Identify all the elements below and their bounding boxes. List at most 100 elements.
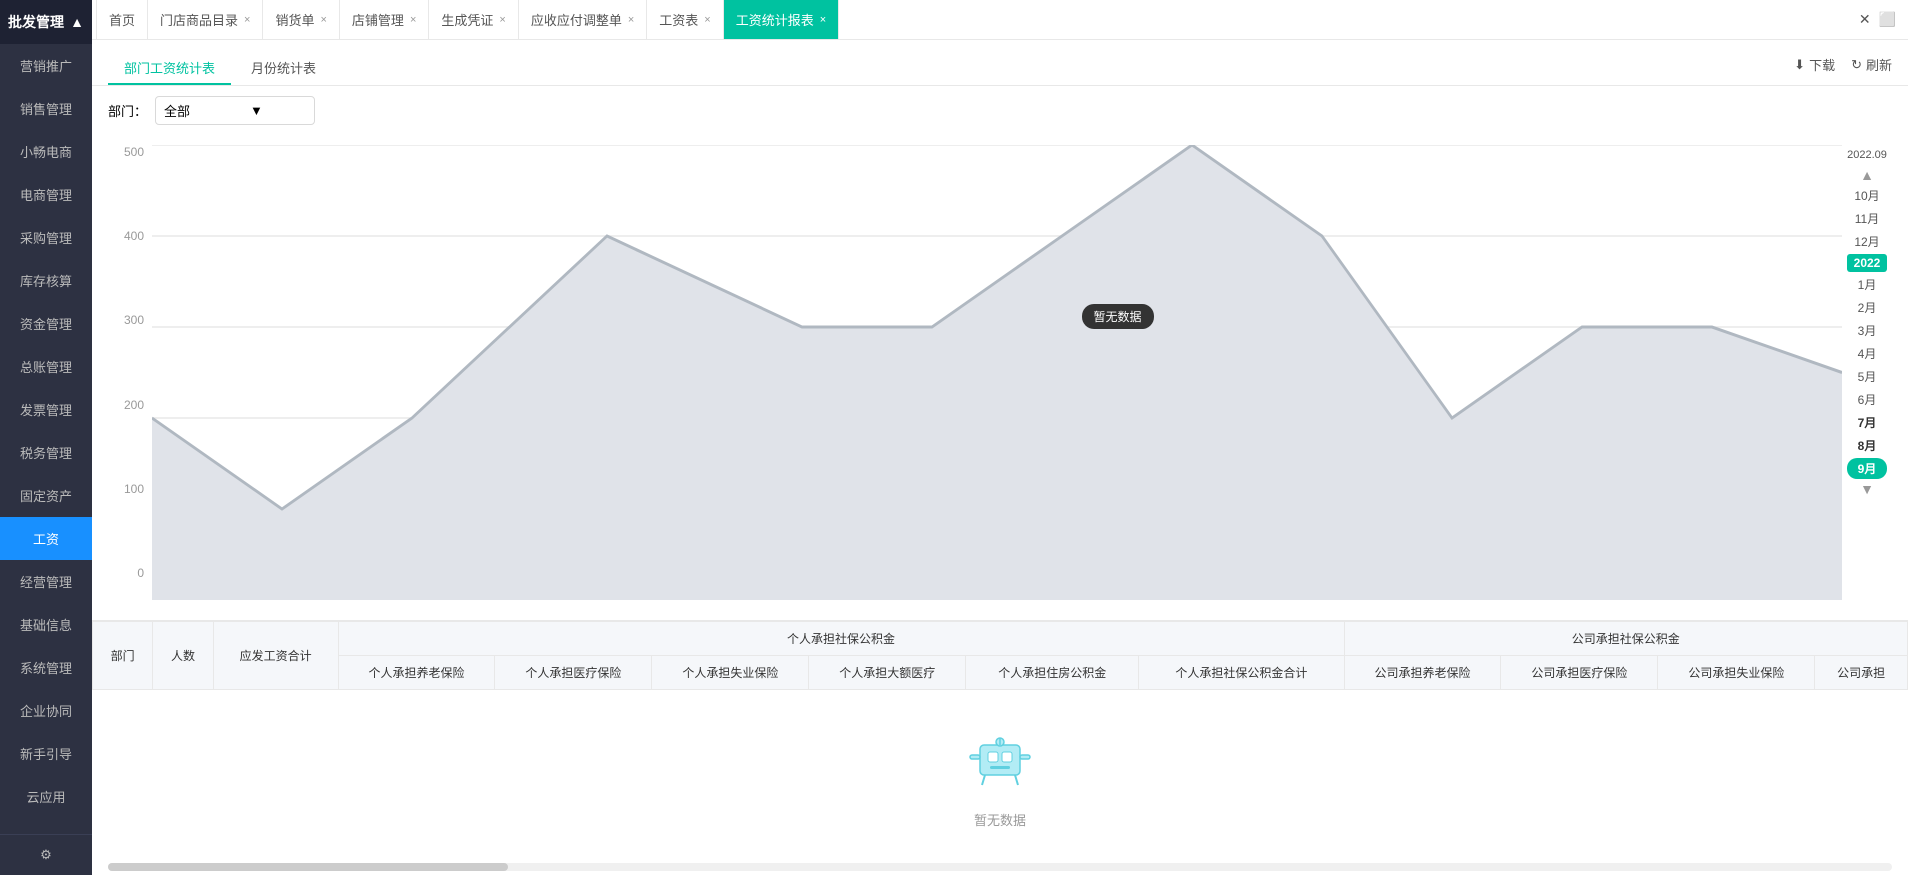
timeline-arrow-up[interactable]: ▲: [1860, 167, 1874, 183]
y-label-200: 200: [108, 398, 144, 412]
sidebar-title: 批发管理: [8, 12, 64, 32]
timeline-month-11[interactable]: 11月: [1847, 208, 1887, 229]
col-company-insurance-header: 公司承担社保公积金: [1344, 622, 1908, 656]
tab-store-catalog[interactable]: 门店商品目录 ×: [148, 0, 263, 39]
tab-sales-order-label: 销货单: [275, 10, 314, 29]
tab-actions: ✕ ⬜: [1859, 11, 1904, 28]
col-total-salary: 应发工资合计: [213, 622, 338, 690]
chevron-down-icon: ▼: [250, 103, 263, 118]
tab-store-catalog-label: 门店商品目录: [160, 10, 238, 29]
no-data-text: 暂无数据: [974, 810, 1026, 829]
main-area: 首页 门店商品目录 × 销货单 × 店铺管理 × 生成凭证 × 应收应付调整单 …: [92, 0, 1908, 875]
tab-home-label: 首页: [109, 10, 135, 29]
line-chart: [152, 145, 1842, 600]
download-icon: ⬇: [1794, 57, 1805, 73]
sidebar-item-guide[interactable]: 新手引导: [0, 732, 92, 775]
refresh-button[interactable]: ↻ 刷新: [1851, 55, 1892, 74]
sidebar-item-invoice[interactable]: 发票管理: [0, 388, 92, 431]
col-company-medical: 公司承担医疗保险: [1501, 656, 1658, 690]
sidebar-item-tax[interactable]: 税务管理: [0, 431, 92, 474]
close-all-icon[interactable]: ✕: [1859, 11, 1871, 28]
refresh-icon: ↻: [1851, 57, 1862, 73]
timeline-month-3[interactable]: 3月: [1847, 320, 1887, 341]
timeline-month-4[interactable]: 4月: [1847, 343, 1887, 364]
data-table-container: 部门 人数 应发工资合计 个人承担社保公积金 公司承担社保公积金 个人承担养老保…: [92, 620, 1908, 859]
tab-ar-ap-close[interactable]: ×: [628, 14, 634, 26]
y-label-300: 300: [108, 313, 144, 327]
tab-home[interactable]: 首页: [96, 0, 148, 39]
tab-store-mgmt-label: 店铺管理: [352, 10, 404, 29]
sidebar-item-ledger[interactable]: 总账管理: [0, 345, 92, 388]
data-table: 部门 人数 应发工资合计 个人承担社保公积金 公司承担社保公积金 个人承担养老保…: [92, 621, 1908, 859]
sidebar-item-marketing[interactable]: 营销推广: [0, 44, 92, 87]
col-personal-unemployment: 个人承担失业保险: [652, 656, 809, 690]
timeline-arrow-down[interactable]: ▼: [1860, 481, 1874, 497]
sidebar-header[interactable]: 批发管理 ▲: [0, 0, 92, 44]
sidebar-item-cloud[interactable]: 云应用: [0, 775, 92, 818]
timeline-month-2[interactable]: 2月: [1847, 297, 1887, 318]
col-company-more: 公司承担: [1815, 656, 1908, 690]
restore-icon[interactable]: ⬜: [1879, 11, 1896, 28]
sidebar-item-assets[interactable]: 固定资产: [0, 474, 92, 517]
y-label-500: 500: [108, 145, 144, 159]
sidebar-item-basic[interactable]: 基础信息: [0, 603, 92, 646]
timeline-sidebar: 2022.09 ▲ 10月 11月 12月 2022 1月 2月 3月 4月 5…: [1842, 145, 1892, 610]
sidebar-settings[interactable]: ⚙: [0, 834, 92, 875]
tab-sales-order-close[interactable]: ×: [320, 14, 326, 26]
horizontal-scrollbar[interactable]: [108, 863, 1892, 871]
tab-payroll-label: 工资表: [659, 10, 698, 29]
sidebar-item-enterprise[interactable]: 企业协同: [0, 689, 92, 732]
tab-payroll-report[interactable]: 工资统计报表 ×: [724, 0, 839, 39]
col-personal-major-medical: 个人承担大额医疗: [809, 656, 966, 690]
timeline-month-7[interactable]: 7月: [1847, 412, 1887, 433]
tab-store-mgmt[interactable]: 店铺管理 ×: [340, 0, 429, 39]
scrollbar-thumb[interactable]: [108, 863, 508, 871]
tab-payroll-close[interactable]: ×: [704, 14, 710, 26]
sidebar-item-system[interactable]: 系统管理: [0, 646, 92, 689]
dept-filter-label: 部门：: [108, 101, 147, 120]
timeline-year-2022[interactable]: 2022: [1847, 254, 1887, 272]
tab-production-cert-close[interactable]: ×: [499, 14, 505, 26]
sidebar-item-sales[interactable]: 销售管理: [0, 87, 92, 130]
sidebar-item-inventory[interactable]: 库存核算: [0, 259, 92, 302]
timeline-month-8[interactable]: 8月: [1847, 435, 1887, 456]
filter-left: 部门： 全部 ▼: [108, 96, 315, 125]
tab-ar-ap[interactable]: 应收应付调整单 ×: [519, 0, 647, 39]
sidebar-item-operations[interactable]: 经营管理: [0, 560, 92, 603]
timeline-month-6[interactable]: 6月: [1847, 389, 1887, 410]
tab-month-stats[interactable]: 月份统计表: [235, 52, 332, 85]
timeline-month-12[interactable]: 12月: [1847, 231, 1887, 252]
tab-payroll-report-close[interactable]: ×: [820, 14, 826, 26]
sidebar-item-purchase[interactable]: 采购管理: [0, 216, 92, 259]
col-personal-medical: 个人承担医疗保险: [495, 656, 652, 690]
timeline-month-5[interactable]: 5月: [1847, 366, 1887, 387]
sidebar-item-ecom[interactable]: 电商管理: [0, 173, 92, 216]
download-label: 下载: [1809, 55, 1835, 74]
chart-area: 500 400 300 200 100 0: [108, 145, 1842, 610]
sidebar-item-finance[interactable]: 资金管理: [0, 302, 92, 345]
tab-store-catalog-close[interactable]: ×: [244, 14, 250, 26]
col-personal-insurance-header: 个人承担社保公积金: [338, 622, 1344, 656]
tab-payroll[interactable]: 工资表 ×: [647, 0, 723, 39]
tab-production-cert-label: 生成凭证: [441, 10, 493, 29]
filter-toolbar: 部门： 全部 ▼: [92, 86, 1908, 135]
timeline-month-10[interactable]: 10月: [1847, 185, 1887, 206]
timeline-month-9[interactable]: 9月: [1847, 458, 1887, 479]
tab-production-cert[interactable]: 生成凭证 ×: [429, 0, 518, 39]
chart-section: 500 400 300 200 100 0: [92, 135, 1908, 620]
sub-tab-bar: 部门工资统计表 月份统计表 ⬇ 下载 ↻ 刷新: [92, 40, 1908, 86]
tab-store-mgmt-close[interactable]: ×: [410, 14, 416, 26]
refresh-label: 刷新: [1866, 55, 1892, 74]
tab-sales-order[interactable]: 销货单 ×: [263, 0, 339, 39]
sidebar-arrow-icon: ▲: [70, 14, 84, 30]
col-personal-pension: 个人承担养老保险: [338, 656, 495, 690]
timeline-date-marker: 2022.09: [1847, 149, 1887, 161]
dept-select[interactable]: 全部 ▼: [155, 96, 315, 125]
sidebar-item-mini-ecom[interactable]: 小畅电商: [0, 130, 92, 173]
timeline-month-1[interactable]: 1月: [1847, 274, 1887, 295]
tab-dept-stats[interactable]: 部门工资统计表: [108, 52, 231, 85]
y-label-400: 400: [108, 229, 144, 243]
sidebar-item-salary[interactable]: 工资: [0, 517, 92, 560]
download-button[interactable]: ⬇ 下载: [1794, 55, 1835, 74]
col-company-unemployment: 公司承担失业保险: [1658, 656, 1815, 690]
